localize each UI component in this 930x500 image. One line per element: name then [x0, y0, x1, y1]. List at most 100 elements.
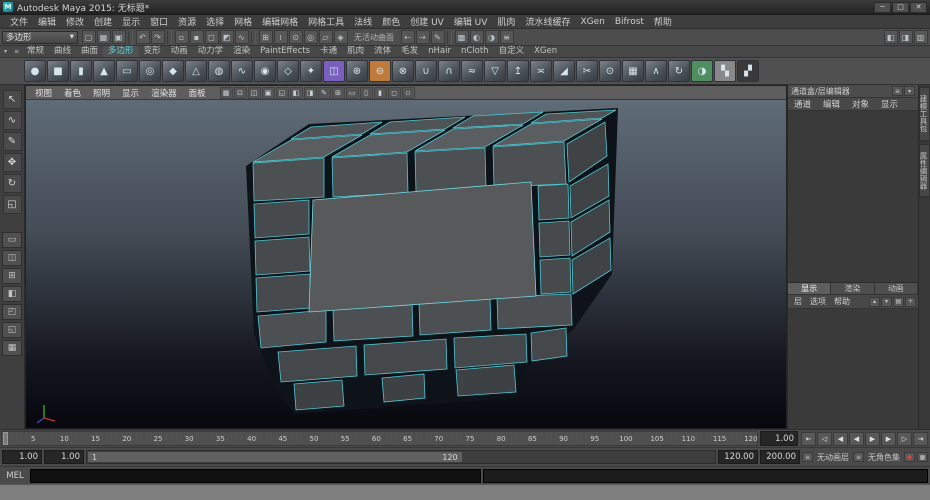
range-track[interactable]: 1 120: [86, 450, 716, 464]
go-to-start-button[interactable]: ⇤: [801, 431, 816, 446]
shelf-tab[interactable]: 卡通: [315, 46, 342, 57]
platonic-solid-icon[interactable]: ◇: [277, 60, 299, 82]
snap-view-plane-icon[interactable]: ▱: [318, 30, 333, 44]
layer-down-icon[interactable]: ▾: [881, 296, 892, 307]
menu-item[interactable]: Bifrost: [610, 17, 649, 27]
viewport-menu-item[interactable]: 着色: [58, 87, 87, 99]
single-pane-layout-button[interactable]: ▭: [2, 232, 22, 248]
empty-layer-icon[interactable]: ▤: [893, 296, 904, 307]
menu-item[interactable]: 选择: [201, 15, 229, 28]
character-set-menu-icon[interactable]: ≡: [853, 452, 864, 462]
mirror-icon[interactable]: ◫: [323, 60, 345, 82]
step-back-frame-button[interactable]: ◀: [833, 431, 848, 446]
persp-graph-layout-button[interactable]: ◱: [2, 322, 22, 338]
menu-item[interactable]: 网格: [229, 15, 257, 28]
menu-item[interactable]: 流水线缓存: [520, 15, 575, 28]
channel-box-menu-item[interactable]: 对象: [846, 98, 875, 110]
snap-point-icon[interactable]: ⊙: [288, 30, 303, 44]
viewport-menu-item[interactable]: 面板: [183, 87, 212, 99]
bridge-icon[interactable]: ≍: [530, 60, 552, 82]
render-settings-icon[interactable]: ≡: [499, 30, 514, 44]
lasso-select-tool-icon[interactable]: ∿: [2, 111, 22, 130]
make-live-icon[interactable]: ◈: [333, 30, 348, 44]
layer-editor-tab[interactable]: 动画: [874, 283, 918, 294]
boolean-union-icon[interactable]: ∪: [415, 60, 437, 82]
hypershade-persp-layout-button[interactable]: ◰: [2, 304, 22, 320]
poly-pyramid-icon[interactable]: △: [185, 60, 207, 82]
current-frame-field[interactable]: 1.00: [760, 431, 798, 446]
select-hierarchy-icon[interactable]: ▫: [174, 30, 189, 44]
render-current-frame-icon[interactable]: ◐: [469, 30, 484, 44]
toggle-attribute-editor-icon[interactable]: ◨: [898, 30, 913, 44]
menu-item[interactable]: 窗口: [145, 15, 173, 28]
shelf-tab[interactable]: XGen: [529, 46, 562, 57]
menu-item[interactable]: 创建: [89, 15, 117, 28]
ipr-render-icon[interactable]: ◑: [484, 30, 499, 44]
auto-key-button[interactable]: ●: [904, 452, 915, 462]
safe-title-icon[interactable]: ▫: [401, 86, 415, 99]
reduce-icon[interactable]: ▽: [484, 60, 506, 82]
poly-prism-icon[interactable]: ◆: [162, 60, 184, 82]
layer-editor-menu-item[interactable]: 帮助: [830, 296, 854, 307]
select-mask-mesh-icon[interactable]: ◩: [219, 30, 234, 44]
viewport-menu-item[interactable]: 视图: [29, 87, 58, 99]
bevel-icon[interactable]: ◢: [553, 60, 575, 82]
shelf-tab[interactable]: 渲染: [228, 46, 255, 57]
shelf-tab[interactable]: PaintEffects: [255, 46, 315, 57]
poly-cone-icon[interactable]: ▲: [93, 60, 115, 82]
maximize-button[interactable]: □: [892, 1, 909, 13]
snap-grid-icon[interactable]: ⊞: [258, 30, 273, 44]
command-language-toggle[interactable]: MEL: [2, 471, 28, 481]
open-scene-icon[interactable]: ▦: [96, 30, 111, 44]
shelf-tab[interactable]: 常规: [22, 46, 49, 57]
paint-select-tool-icon[interactable]: ✎: [2, 132, 22, 151]
construction-history-icon[interactable]: ✎: [430, 30, 445, 44]
symmetry-icon[interactable]: ◑: [691, 60, 713, 82]
combine-icon[interactable]: ⊕: [346, 60, 368, 82]
output-connections-icon[interactable]: ⇢: [415, 30, 430, 44]
sculpt-icon[interactable]: ✦: [300, 60, 322, 82]
resolution-gate-icon[interactable]: ▯: [359, 86, 373, 99]
redo-icon[interactable]: ↷: [150, 30, 165, 44]
layer-editor-menu-item[interactable]: 选项: [806, 296, 830, 307]
timeline-track[interactable]: 5 10 15 20 25 30 35 40 45 50 55 60 65 70 75 80 85 90 95 100…: [1, 431, 758, 446]
shelf-menu-icon[interactable]: ≡: [11, 47, 22, 57]
shelf-tab[interactable]: nHair: [423, 46, 456, 57]
anim-layer-dropdown[interactable]: 无动画层: [815, 452, 851, 463]
menu-item[interactable]: 文件: [5, 15, 33, 28]
uv-checker-icon[interactable]: ▞: [737, 60, 759, 82]
boolean-difference-icon[interactable]: ∩: [438, 60, 460, 82]
scale-tool-icon[interactable]: ◱: [2, 195, 22, 214]
four-pane-layout-button[interactable]: ⊞: [2, 268, 22, 284]
select-mask-curve-icon[interactable]: ∿: [234, 30, 249, 44]
select-tool-icon[interactable]: ↖: [2, 90, 22, 109]
crease-icon[interactable]: ∧: [645, 60, 667, 82]
channel-box-body[interactable]: [788, 111, 918, 283]
bookmark-icon[interactable]: ▣: [261, 86, 275, 99]
spin-edge-icon[interactable]: ↻: [668, 60, 690, 82]
poly-plane-icon[interactable]: ▭: [116, 60, 138, 82]
undo-icon[interactable]: ↶: [135, 30, 150, 44]
go-to-end-button[interactable]: ⇥: [913, 431, 928, 446]
range-bar[interactable]: 1 120: [88, 452, 462, 462]
2d-pan-zoom-icon[interactable]: ◧: [289, 86, 303, 99]
shelf-tab-menu-icon[interactable]: ▾: [0, 47, 11, 57]
playback-end-field[interactable]: 120.00: [718, 450, 758, 464]
menu-item[interactable]: 创建 UV: [405, 15, 449, 28]
shelf-tab[interactable]: 动画: [166, 46, 193, 57]
viewport-canvas[interactable]: [26, 100, 786, 428]
snap-curve-icon[interactable]: ≀: [273, 30, 288, 44]
menu-item[interactable]: 网格工具: [303, 15, 349, 28]
input-connections-icon[interactable]: ⇠: [400, 30, 415, 44]
shelf-tab[interactable]: 肌肉: [342, 46, 369, 57]
menu-item[interactable]: 编辑 UV: [449, 15, 493, 28]
menu-item[interactable]: 编辑网格: [257, 15, 303, 28]
new-layer-icon[interactable]: +: [905, 296, 916, 307]
menu-item[interactable]: XGen: [575, 17, 609, 27]
viewport-menu-item[interactable]: 渲染器: [145, 87, 183, 99]
rotate-tool-icon[interactable]: ↻: [2, 174, 22, 193]
command-input[interactable]: [30, 468, 481, 483]
select-component-icon[interactable]: ◻: [204, 30, 219, 44]
anim-layer-menu-icon[interactable]: ≡: [802, 452, 813, 462]
gate-mask-icon[interactable]: ▮: [373, 86, 387, 99]
